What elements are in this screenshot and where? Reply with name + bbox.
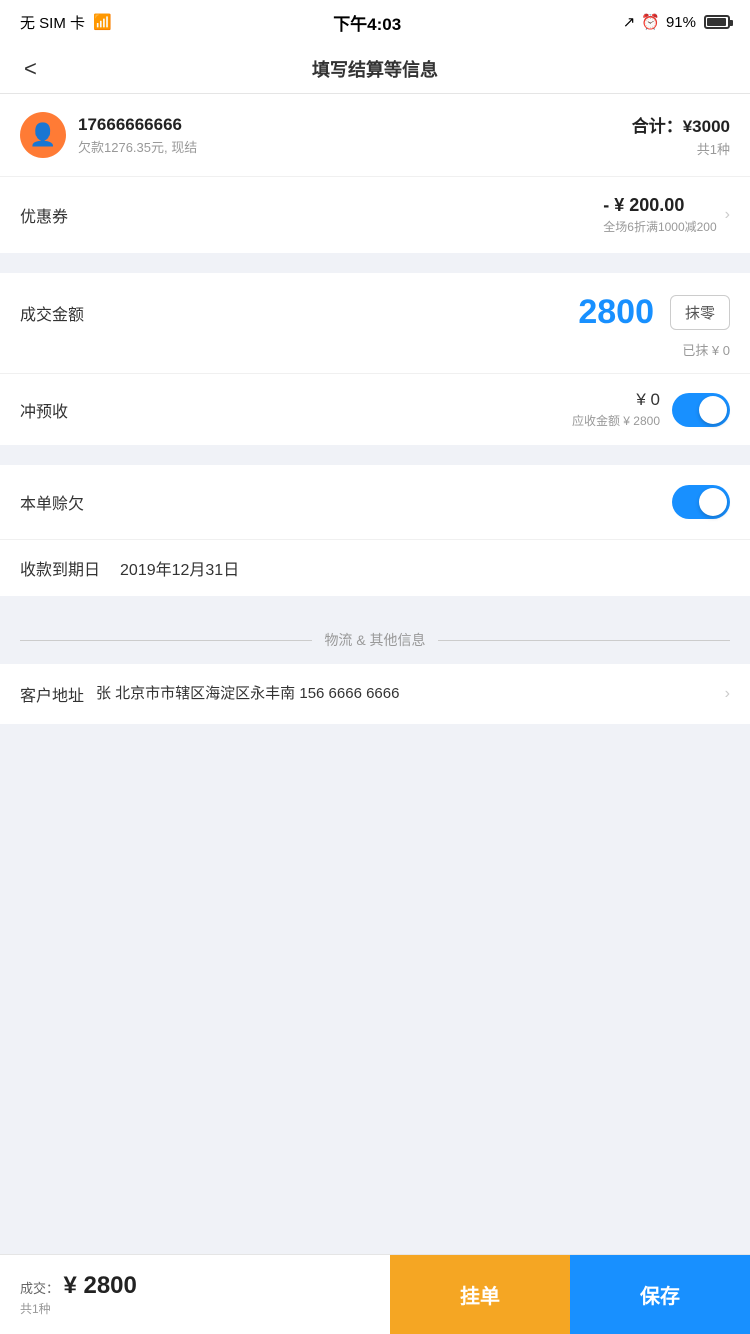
rush-sub: 应收金额 ¥ 2800 <box>572 412 660 429</box>
deal-amount-label: 成交金额 <box>20 301 84 325</box>
section-gap-2 <box>0 455 750 465</box>
due-date-label: 收款到期日 <box>20 556 100 580</box>
nav-bar: < 填写结算等信息 <box>0 44 750 94</box>
coupon-value-block: - ¥ 200.00 全场6折满1000减200 <box>603 195 716 235</box>
page-title: 填写结算等信息 <box>312 56 438 82</box>
rush-prepay-row: 冲预收 ¥ 0 应收金额 ¥ 2800 <box>0 373 750 445</box>
footer-deal-row: 成交： ¥ 2800 <box>20 1272 370 1300</box>
wifi-icon: 📶 <box>93 13 112 31</box>
total-count: 共1种 <box>632 139 730 158</box>
deal-amount-value: 2800 <box>578 293 654 332</box>
deal-row: 成交金额 2800 抹零 <box>0 273 750 340</box>
rush-amount: ¥ 0 <box>572 390 660 410</box>
footer-deal-label: 成交： <box>20 1281 59 1296</box>
address-chevron-icon: › <box>725 685 730 703</box>
due-date-value: 2019年12月31日 <box>120 556 239 580</box>
pending-button[interactable]: 挂单 <box>390 1255 570 1334</box>
due-date-row: 收款到期日 2019年12月31日 <box>0 539 750 596</box>
battery-icon <box>704 15 730 29</box>
back-button[interactable]: < <box>16 48 45 90</box>
gray-area <box>0 734 750 934</box>
own-debt-toggle-knob <box>699 488 727 516</box>
toggle-knob <box>699 396 727 424</box>
logistics-label: 物流 & 其他信息 <box>324 630 425 650</box>
address-card: 客户地址 张 北京市市辖区海淀区永丰南 156 6666 6666 › <box>0 664 750 724</box>
coupon-row[interactable]: 优惠券 - ¥ 200.00 全场6折满1000减200 › <box>0 176 750 253</box>
deal-amount-card: 成交金额 2800 抹零 已抹 ¥ 0 冲预收 ¥ 0 应收金额 ¥ 2800 <box>0 273 750 445</box>
user-left: 👤 17666666666 欠款1276.35元, 现结 <box>20 112 197 158</box>
rush-value-block: ¥ 0 应收金额 ¥ 2800 <box>572 390 660 429</box>
round-button[interactable]: 抹零 <box>670 295 730 330</box>
rush-right: ¥ 0 应收金额 ¥ 2800 <box>572 390 730 429</box>
divider-line-right <box>438 640 730 641</box>
footer-amount: ¥ 2800 <box>63 1272 136 1299</box>
logistics-divider: 物流 & 其他信息 <box>0 616 750 664</box>
address-label: 客户地址 <box>20 682 84 706</box>
deal-right: 2800 抹零 <box>578 293 730 332</box>
coupon-label: 优惠券 <box>20 203 68 227</box>
clock-icon: ⏰ <box>641 13 660 31</box>
coupon-right: - ¥ 200.00 全场6折满1000减200 › <box>603 195 730 235</box>
user-phone: 17666666666 <box>78 115 197 135</box>
location-icon: ↗ <box>623 13 636 31</box>
total-amount: 合计：¥3000 <box>632 112 730 137</box>
section-gap-1 <box>0 263 750 273</box>
user-info-card: 👤 17666666666 欠款1276.35元, 现结 合计：¥3000 共1… <box>0 94 750 253</box>
user-details: 17666666666 欠款1276.35元, 现结 <box>78 115 197 156</box>
user-subtitle: 欠款1276.35元, 现结 <box>78 137 197 156</box>
status-left: 无 SIM 卡 📶 <box>20 12 112 33</box>
own-debt-label: 本单赊欠 <box>20 490 84 514</box>
own-debt-row: 本单赊欠 <box>0 465 750 539</box>
status-time: 下午4:03 <box>333 10 401 35</box>
status-right: ↗ ⏰ 91% <box>623 13 730 31</box>
own-debt-card: 本单赊欠 收款到期日 2019年12月31日 <box>0 465 750 596</box>
user-row: 👤 17666666666 欠款1276.35元, 现结 合计：¥3000 共1… <box>0 94 750 176</box>
coupon-desc: 全场6折满1000减200 <box>603 218 716 235</box>
content: 👤 17666666666 欠款1276.35元, 现结 合计：¥3000 共1… <box>0 94 750 1024</box>
user-right: 合计：¥3000 共1种 <box>632 112 730 158</box>
address-row[interactable]: 客户地址 张 北京市市辖区海淀区永丰南 156 6666 6666 › <box>0 664 750 724</box>
section-gap-3 <box>0 606 750 616</box>
own-debt-toggle[interactable] <box>672 485 730 519</box>
deal-sub: 已抹 ¥ 0 <box>0 340 750 373</box>
chevron-right-icon: › <box>725 206 730 224</box>
avatar: 👤 <box>20 112 66 158</box>
status-bar: 无 SIM 卡 📶 下午4:03 ↗ ⏰ 91% <box>0 0 750 44</box>
no-sim-text: 无 SIM 卡 <box>20 12 85 33</box>
battery-percent: 91% <box>666 14 696 31</box>
rush-prepay-toggle[interactable] <box>672 393 730 427</box>
footer: 成交： ¥ 2800 共1种 挂单 保存 <box>0 1254 750 1334</box>
address-content: 张 北京市市辖区海淀区永丰南 156 6666 6666 <box>84 683 725 706</box>
rush-prepay-label: 冲预收 <box>20 398 68 422</box>
footer-count: 共1种 <box>20 1300 370 1317</box>
save-button[interactable]: 保存 <box>570 1255 750 1334</box>
footer-left: 成交： ¥ 2800 共1种 <box>0 1272 390 1317</box>
divider-line-left <box>20 640 312 641</box>
coupon-discount: - ¥ 200.00 <box>603 195 716 216</box>
